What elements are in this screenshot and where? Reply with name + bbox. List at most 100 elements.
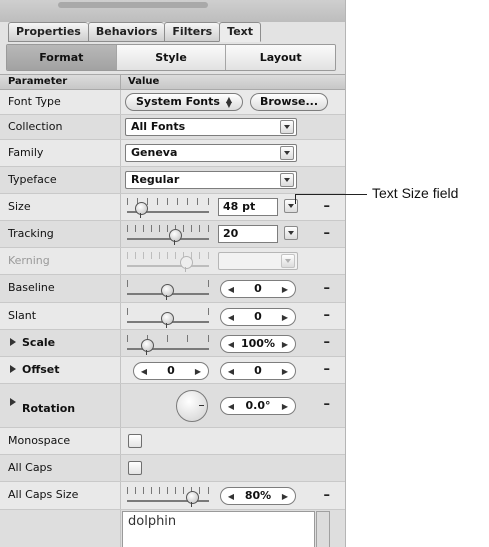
disclosure-triangle-icon[interactable]: [10, 398, 16, 406]
column-header: Parameter Value: [0, 74, 345, 90]
decrement-arrow-icon[interactable]: ◀: [226, 337, 236, 353]
tab-filters[interactable]: Filters: [164, 22, 220, 42]
remove-slant-button[interactable]: –: [324, 308, 331, 323]
tab-behaviors[interactable]: Behaviors: [87, 22, 165, 42]
row-typeface: Typeface Regular: [0, 167, 345, 194]
decrement-arrow-icon[interactable]: ◀: [226, 310, 236, 326]
decrement-arrow-icon[interactable]: ◀: [226, 282, 236, 298]
decrement-arrow-icon[interactable]: ◀: [226, 489, 236, 505]
increment-arrow-icon[interactable]: ▶: [280, 310, 290, 326]
increment-arrow-icon[interactable]: ▶: [280, 282, 290, 298]
all-caps-checkbox[interactable]: [128, 461, 142, 475]
inspector-panel: Properties Behaviors Filters Text Format…: [0, 0, 346, 547]
decrement-arrow-icon[interactable]: ◀: [226, 364, 236, 380]
collection-value: All Fonts: [131, 120, 186, 133]
size-slider[interactable]: [127, 194, 209, 218]
size-value[interactable]: 48 pt: [218, 198, 278, 216]
size-slider-thumb[interactable]: [135, 202, 148, 218]
row-monospace: Monospace: [0, 428, 345, 455]
baseline-slider-thumb[interactable]: [161, 284, 174, 300]
slant-label: Slant: [8, 309, 37, 322]
row-all-caps: All Caps: [0, 455, 345, 482]
baseline-label: Baseline: [8, 281, 55, 294]
all-caps-size-label: All Caps Size: [8, 488, 79, 501]
browse-button[interactable]: Browse...: [250, 93, 328, 111]
collection-label: Collection: [8, 120, 63, 133]
tab-properties[interactable]: Properties: [8, 22, 88, 42]
chevron-down-icon[interactable]: [284, 226, 298, 240]
tracking-field[interactable]: 20: [218, 225, 298, 243]
rotation-label[interactable]: Rotation: [10, 398, 75, 415]
remove-all-caps-size-button[interactable]: –: [324, 488, 331, 503]
remove-offset-button[interactable]: –: [324, 362, 331, 377]
typeface-value: Regular: [131, 173, 180, 186]
family-label: Family: [8, 146, 44, 159]
font-type-value: System Fonts: [136, 95, 220, 108]
subtab-style[interactable]: Style: [115, 45, 226, 70]
text-content-field[interactable]: dolphin: [122, 511, 315, 547]
row-offset: Offset ◀ 0 ▶ ◀ 0 ▶ –: [0, 357, 345, 384]
increment-arrow-icon[interactable]: ▶: [280, 364, 290, 380]
chevron-down-icon: [280, 120, 294, 134]
family-value: Geneva: [131, 146, 178, 159]
remove-scale-button[interactable]: –: [324, 335, 331, 350]
chevron-down-icon: [281, 254, 295, 268]
increment-arrow-icon[interactable]: ▶: [280, 489, 290, 505]
remove-tracking-button[interactable]: –: [324, 226, 331, 241]
offset-x-value-slider[interactable]: ◀ 0 ▶: [133, 362, 209, 380]
remove-size-button[interactable]: –: [324, 199, 331, 214]
row-baseline: Baseline ◀ 0 ▶ –: [0, 275, 345, 303]
slant-value-slider[interactable]: ◀ 0 ▶: [220, 308, 296, 326]
row-slant: Slant ◀ 0 ▶ –: [0, 303, 345, 330]
typeface-label: Typeface: [8, 173, 57, 186]
rotation-label-text: Rotation: [22, 402, 76, 415]
text-size-field[interactable]: 48 pt: [218, 198, 298, 216]
scale-slider-thumb[interactable]: [141, 339, 154, 355]
decrement-arrow-icon[interactable]: ◀: [139, 364, 149, 380]
callout-label: Text Size field: [372, 185, 459, 201]
increment-arrow-icon[interactable]: ▶: [280, 399, 290, 415]
kerning-label: Kerning: [8, 254, 50, 267]
scale-value-slider[interactable]: ◀ 100% ▶: [220, 335, 296, 353]
family-popup[interactable]: Geneva: [125, 144, 297, 162]
tracking-value[interactable]: 20: [218, 225, 278, 243]
increment-arrow-icon[interactable]: ▶: [280, 337, 290, 353]
increment-arrow-icon[interactable]: ▶: [193, 364, 203, 380]
offset-y-value-slider[interactable]: ◀ 0 ▶: [220, 362, 296, 380]
disclosure-triangle-icon[interactable]: [10, 338, 16, 346]
rotation-dial[interactable]: [176, 390, 208, 422]
font-type-label: Font Type: [8, 95, 61, 108]
all-caps-size-value-slider[interactable]: ◀ 80% ▶: [220, 487, 296, 505]
remove-rotation-button[interactable]: –: [324, 397, 331, 412]
callout-tick: [295, 194, 296, 204]
remove-baseline-button[interactable]: –: [324, 281, 331, 296]
disclosure-triangle-icon[interactable]: [10, 365, 16, 373]
slant-slider[interactable]: [127, 304, 209, 328]
rotation-value-slider[interactable]: ◀ 0.0° ▶: [220, 397, 296, 415]
typeface-popup[interactable]: Regular: [125, 171, 297, 189]
parameter-column-header: Parameter: [8, 76, 68, 87]
all-caps-size-slider-thumb[interactable]: [186, 491, 199, 507]
offset-label[interactable]: Offset: [10, 363, 60, 376]
offset-x-value: 0: [167, 364, 175, 377]
subtab-layout[interactable]: Layout: [225, 45, 335, 70]
scale-slider[interactable]: [127, 331, 209, 355]
baseline-value-slider[interactable]: ◀ 0 ▶: [220, 280, 296, 298]
scale-label[interactable]: Scale: [10, 336, 55, 349]
tab-text[interactable]: Text: [219, 22, 262, 42]
baseline-value: 0: [254, 282, 262, 295]
slant-value: 0: [254, 310, 262, 323]
decrement-arrow-icon[interactable]: ◀: [226, 399, 236, 415]
text-scrollbar[interactable]: [316, 511, 330, 547]
font-type-popup[interactable]: System Fonts ▲ ▼: [125, 93, 243, 111]
tracking-slider-thumb[interactable]: [169, 229, 182, 245]
collection-popup[interactable]: All Fonts: [125, 118, 297, 136]
size-label: Size: [8, 200, 31, 213]
all-caps-size-slider[interactable]: [127, 483, 209, 507]
subtab-format[interactable]: Format: [7, 45, 116, 70]
baseline-slider[interactable]: [127, 276, 209, 300]
text-subtabs: Format Style Layout: [6, 44, 336, 71]
slant-slider-thumb[interactable]: [161, 312, 174, 328]
tracking-slider[interactable]: [127, 221, 209, 245]
monospace-checkbox[interactable]: [128, 434, 142, 448]
